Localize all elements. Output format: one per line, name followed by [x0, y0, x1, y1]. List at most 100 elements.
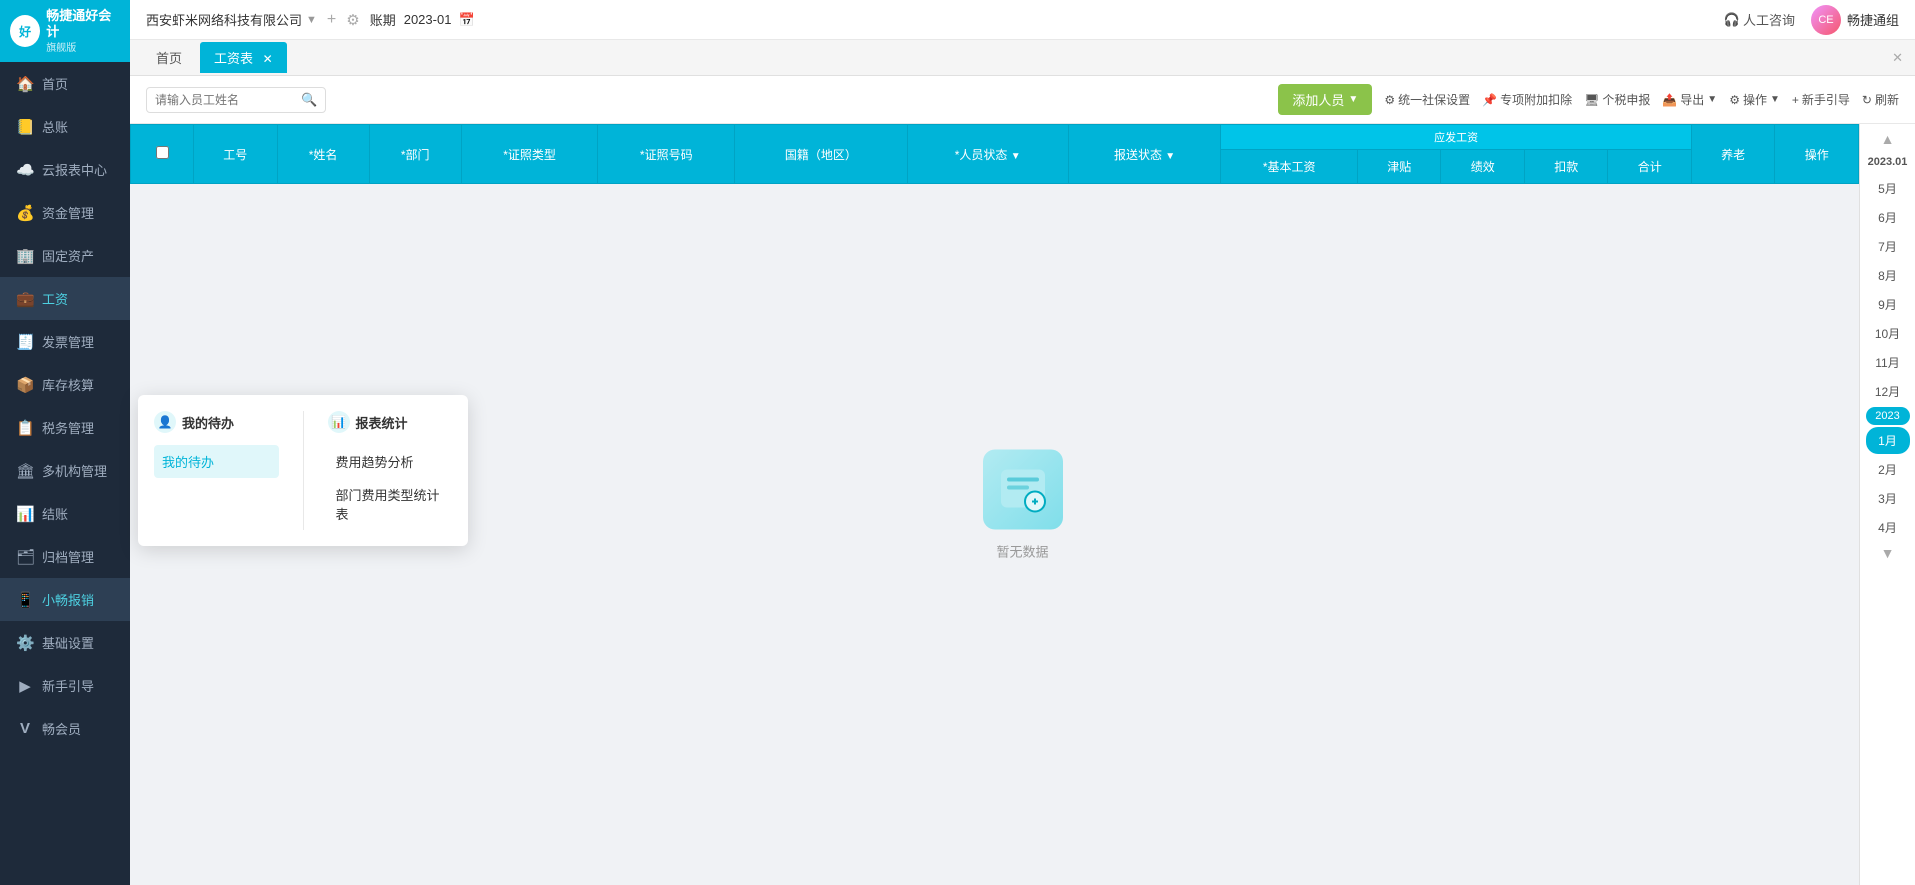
month-item-2[interactable]: 2月 — [1866, 456, 1910, 483]
dropdown-cost-trend[interactable]: 费用趋势分析 — [328, 445, 453, 478]
deduct-label: 专项附加扣除 — [1500, 91, 1572, 108]
month-item-12[interactable]: 12月 — [1866, 378, 1910, 405]
sidebar-item-multi[interactable]: 🏛 多机构管理 — [0, 449, 130, 492]
calendar-icon[interactable]: 📅 — [458, 12, 474, 28]
export-action[interactable]: 📤 导出 ▼ — [1662, 91, 1717, 108]
multi-icon: 🏛 — [16, 462, 34, 480]
headset-icon: 🎧 — [1724, 12, 1740, 28]
select-all-checkbox[interactable] — [156, 146, 169, 159]
sidebar-item-member[interactable]: V 畅会员 — [0, 707, 130, 750]
app-logo[interactable]: 好 畅捷通好会计 旗舰版 — [0, 0, 130, 62]
dropdown-col1-title: 👤 我的待办 — [154, 411, 279, 433]
sidebar-item-basic[interactable]: ⚙️ 基础设置 — [0, 621, 130, 664]
dropdown-dept-cost[interactable]: 部门费用类型统计表 — [328, 478, 453, 530]
export-label: 导出 — [1680, 91, 1704, 108]
sidebar-label-xiao: 小畅报销 — [42, 590, 94, 609]
sidebar-item-ledger[interactable]: 📒 总账 — [0, 105, 130, 148]
add-company-btn[interactable]: + — [327, 11, 336, 29]
sidebar-item-tax[interactable]: 📋 税务管理 — [0, 406, 130, 449]
month-prev-btn[interactable]: ▲ — [1878, 128, 1898, 150]
month-item-4[interactable]: 4月 — [1866, 514, 1910, 541]
home-icon: 🏠 — [16, 75, 34, 93]
guide-action[interactable]: + 新手引导 — [1792, 91, 1850, 108]
sidebar-item-cloud[interactable]: ☁️ 云报表中心 — [0, 148, 130, 191]
sidebar-item-inventory[interactable]: 📦 库存核算 — [0, 363, 130, 406]
social-action[interactable]: ⚙ 统一社保设置 — [1384, 91, 1470, 108]
tab-salary[interactable]: 工资表 ✕ — [200, 42, 287, 73]
operations-action[interactable]: ⚙ 操作 ▼ — [1729, 91, 1780, 108]
search-input[interactable] — [155, 93, 295, 107]
refresh-action[interactable]: ↻ 刷新 — [1862, 91, 1899, 108]
add-person-label: 添加人员 — [1292, 90, 1344, 109]
sidebar-item-xiao[interactable]: 📱 小畅报销 — [0, 578, 130, 621]
add-person-btn[interactable]: 添加人员 ▼ — [1278, 84, 1372, 115]
social-icon: ⚙ — [1384, 93, 1395, 107]
sidebar-item-assets[interactable]: 🏢 固定资产 — [0, 234, 130, 277]
th-id-no: *证照号码 — [598, 125, 735, 184]
tax-icon: 📋 — [16, 419, 34, 437]
refresh-icon: ↻ — [1862, 93, 1872, 107]
month-item-3[interactable]: 3月 — [1866, 485, 1910, 512]
sidebar-item-fund[interactable]: 💰 资金管理 — [0, 191, 130, 234]
dropdown-cols: 👤 我的待办 我的待办 📊 报表统计 费用趋势分析 部门费用类型统计表 — [154, 411, 452, 530]
tab-close-btn[interactable]: ✕ — [263, 52, 273, 66]
inventory-icon: 📦 — [16, 376, 34, 394]
month-item-7[interactable]: 7月 — [1866, 233, 1910, 260]
tab-close-all-btn[interactable]: ✕ — [1892, 50, 1903, 66]
month-next-btn[interactable]: ▼ — [1878, 542, 1898, 564]
company-dropdown-icon[interactable]: ▼ — [306, 14, 317, 26]
month-year-2023: 2023 — [1866, 407, 1910, 425]
settings-icon[interactable]: ⚙ — [346, 11, 359, 29]
th-subsidy: 津贴 — [1358, 150, 1441, 184]
sidebar-item-guide[interactable]: ▶ 新手引导 — [0, 664, 130, 707]
th-action: 操作 — [1775, 125, 1859, 184]
dropdown-col1-label: 我的待办 — [182, 413, 234, 432]
th-bonus: 绩效 — [1441, 150, 1524, 184]
user-name: 畅捷通组 — [1847, 10, 1899, 29]
th-id-type: *证照类型 — [461, 125, 598, 184]
month-item-11[interactable]: 11月 — [1866, 349, 1910, 376]
dropdown-my-todo[interactable]: 我的待办 — [154, 445, 279, 478]
month-item-5[interactable]: 5月 — [1866, 175, 1910, 202]
sidebar-item-invoice[interactable]: 🧾 发票管理 — [0, 320, 130, 363]
sidebar-label-inventory: 库存核算 — [42, 375, 94, 394]
month-item-9[interactable]: 9月 — [1866, 291, 1910, 318]
tabbar: 首页 工资表 ✕ ✕ — [130, 40, 1915, 76]
sidebar-item-home[interactable]: 🏠 首页 — [0, 62, 130, 105]
xiao-icon: 📱 — [16, 591, 34, 609]
sidebar-item-salary[interactable]: 💼 工资 — [0, 277, 130, 320]
sidebar-item-settlement[interactable]: 📊 结账 — [0, 492, 130, 535]
report-filter-icon[interactable]: ▼ — [1165, 151, 1175, 162]
month-item-6[interactable]: 6月 — [1866, 204, 1910, 231]
month-item-year-label: 2023.01 — [1866, 151, 1910, 173]
xiao-dropdown-panel: 👤 我的待办 我的待办 📊 报表统计 费用趋势分析 部门费用类型统计表 — [138, 395, 468, 546]
avatar-text: CE — [1818, 14, 1833, 26]
sidebar-item-archive[interactable]: 🗂 归档管理 — [0, 535, 130, 578]
ledger-icon: 📒 — [16, 118, 34, 136]
month-item-8[interactable]: 8月 — [1866, 262, 1910, 289]
sidebar-label-fund: 资金管理 — [42, 203, 94, 222]
deduct-action[interactable]: 📌 专项附加扣除 — [1482, 91, 1572, 108]
th-group-salary: 应发工资 — [1221, 125, 1692, 150]
dropdown-col2-label: 报表统计 — [356, 413, 408, 432]
basic-icon: ⚙️ — [16, 634, 34, 652]
todo-icon-circle: 👤 — [154, 411, 176, 433]
status-filter-icon[interactable]: ▼ — [1011, 151, 1021, 162]
guide-action-icon: + — [1792, 93, 1799, 107]
service-btn[interactable]: 🎧 人工咨询 — [1724, 10, 1795, 29]
company-selector[interactable]: 西安虾米网络科技有限公司 ▼ — [146, 10, 317, 29]
month-item-10[interactable]: 10月 — [1866, 320, 1910, 347]
operations-icon: ⚙ — [1729, 93, 1740, 107]
toolbar: 🔍 添加人员 ▼ ⚙ 统一社保设置 📌 专项附加扣除 🖥 个税申报 📤 导出 — [130, 76, 1915, 124]
month-item-1[interactable]: 1月 — [1866, 427, 1910, 454]
cloud-icon: ☁️ — [16, 161, 34, 179]
tab-home[interactable]: 首页 — [142, 42, 196, 73]
tax-report-action[interactable]: 🖥 个税申报 — [1584, 91, 1650, 108]
table-header-row: 工号 *姓名 *部门 *证照类型 *证照号码 国籍（地区） *人员状态 ▼ 报送… — [131, 125, 1859, 150]
sidebar-label-basic: 基础设置 — [42, 633, 94, 652]
invoice-icon: 🧾 — [16, 333, 34, 351]
sidebar-label-invoice: 发票管理 — [42, 332, 94, 351]
search-icon[interactable]: 🔍 — [301, 92, 317, 108]
fund-icon: 💰 — [16, 204, 34, 222]
add-dropdown-icon: ▼ — [1348, 94, 1358, 105]
